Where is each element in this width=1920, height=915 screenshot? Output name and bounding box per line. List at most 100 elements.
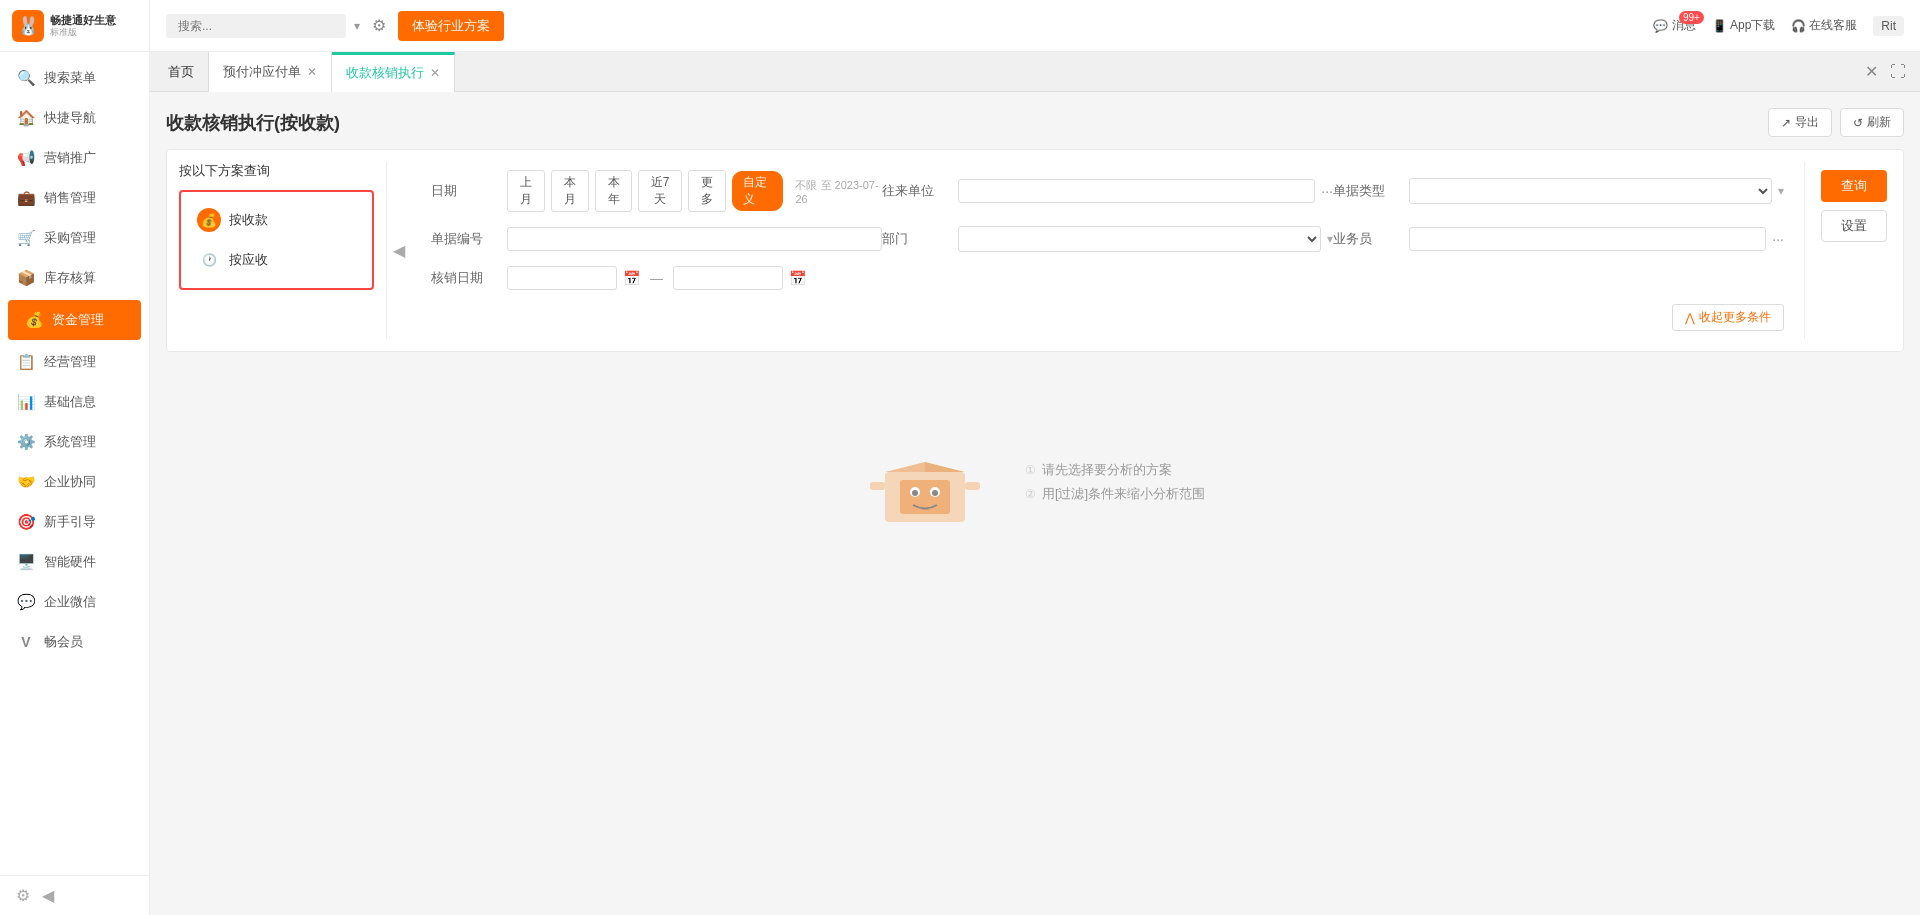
wechat-icon: 💬	[16, 592, 36, 612]
sidebar-item-sales[interactable]: 💼 销售管理	[0, 178, 149, 218]
refresh-icon: ↺	[1853, 116, 1863, 130]
info-icon: 📊	[16, 392, 36, 412]
bill-type-arrow: ▾	[1778, 184, 1784, 198]
setting-btn[interactable]: 设置	[1821, 210, 1887, 242]
salesman-field: 业务员 ···	[1333, 227, 1784, 251]
sidebar-item-purchase[interactable]: 🛒 采购管理	[0, 218, 149, 258]
empty-state: ① 请先选择要分析的方案 ② 用[过滤]条件来缩小分析范围	[166, 352, 1904, 592]
filter-scheme-title: 按以下方案查询	[179, 162, 374, 180]
box-icon: 📦	[16, 268, 36, 288]
bill-type-field: 单据类型 ▾	[1333, 178, 1784, 204]
sidebar-item-search[interactable]: 🔍 搜索菜单	[0, 58, 149, 98]
tab-expand-action[interactable]: ⛶	[1888, 61, 1908, 83]
filter-option-by-receivable[interactable]: 🕐 按应收	[181, 240, 372, 280]
empty-hint-1: ① 请先选择要分析的方案	[1025, 461, 1205, 479]
search-icon: 🔍	[16, 68, 36, 88]
sidebar-item-marketing[interactable]: 📢 营销推广	[0, 138, 149, 178]
clipboard-icon: 📋	[16, 352, 36, 372]
date-btn-7days[interactable]: 近7天	[638, 170, 681, 212]
tab-bar: 首页 预付冲应付单 ✕ 收款核销执行 ✕ ✕ ⛶	[150, 52, 1920, 92]
dept-select[interactable]	[958, 226, 1321, 252]
sidebar-item-wechat[interactable]: 💬 企业微信	[0, 582, 149, 622]
sidebar-item-collab[interactable]: 🤝 企业协同	[0, 462, 149, 502]
sidebar-item-member[interactable]: V 畅会员	[0, 622, 149, 662]
counterparty-input[interactable]	[958, 179, 1315, 203]
cart-icon: 🛒	[16, 228, 36, 248]
tab-receipt[interactable]: 收款核销执行 ✕	[332, 52, 455, 92]
date-btn-custom[interactable]: 自定义	[732, 171, 784, 211]
user-name[interactable]: Rit	[1873, 16, 1904, 36]
briefcase-icon: 💼	[16, 188, 36, 208]
sidebar-bottom: ⚙ ◀	[0, 875, 149, 915]
collapse-toggle[interactable]: ◀	[387, 162, 411, 339]
message-badge: 99+	[1679, 11, 1704, 24]
salesman-dots[interactable]: ···	[1772, 231, 1784, 247]
sidebar-item-basics[interactable]: 📊 基础信息	[0, 382, 149, 422]
money-icon: 💰	[24, 310, 44, 330]
date-btn-this-year[interactable]: 本年	[595, 170, 633, 212]
header-search-input[interactable]	[166, 14, 346, 38]
query-btn[interactable]: 查询	[1821, 170, 1887, 202]
empty-illustration	[865, 432, 985, 532]
sidebar-item-guide[interactable]: 🎯 新手引导	[0, 502, 149, 542]
filter-option-by-receipt[interactable]: 💰 按收款	[181, 200, 372, 240]
export-btn[interactable]: ↗ 导出	[1768, 108, 1832, 137]
salesman-input[interactable]	[1409, 227, 1766, 251]
gear-icon: ⚙️	[16, 432, 36, 452]
bill-no-input[interactable]	[507, 227, 882, 251]
sidebar-item-quicknav[interactable]: 🏠 快捷导航	[0, 98, 149, 138]
page-actions: ↗ 导出 ↺ 刷新	[1768, 108, 1904, 137]
refresh-btn[interactable]: ↺ 刷新	[1840, 108, 1904, 137]
bill-type-select[interactable]	[1409, 178, 1772, 204]
header-right: 💬 消息 99+ 📱 App下载 🎧 在线客服 Rit	[1653, 16, 1904, 36]
export-icon: ↗	[1781, 116, 1791, 130]
svg-marker-2	[925, 462, 965, 472]
svg-point-6	[912, 490, 918, 496]
sidebar-item-hardware[interactable]: 🖥️ 智能硬件	[0, 542, 149, 582]
receivable-scheme-icon: 🕐	[197, 248, 221, 272]
chevron-down-icon[interactable]: ▾	[354, 19, 360, 33]
message-icon: 💬	[1653, 19, 1668, 33]
calendar-start-icon[interactable]: 📅	[623, 270, 640, 286]
tab-close-receipt[interactable]: ✕	[430, 66, 440, 80]
sidebar-item-finance[interactable]: 💰 资金管理	[8, 300, 141, 340]
tab-home[interactable]: 首页	[154, 52, 209, 92]
tab-prepay[interactable]: 预付冲应付单 ✕	[209, 52, 332, 92]
counterparty-dots[interactable]: ···	[1321, 183, 1333, 199]
hardware-icon: 🖥️	[16, 552, 36, 572]
main-content: ▾ ⚙ 体验行业方案 💬 消息 99+ 📱 App下载 🎧 在线客服 Rit 首…	[150, 0, 1920, 915]
logo-text: 畅捷通好生意 标准版	[50, 13, 116, 39]
filter-actions: 查询 设置	[1804, 162, 1903, 339]
verify-date-start[interactable]: 2023-03-01	[507, 266, 617, 290]
headset-icon: 🎧	[1791, 19, 1806, 33]
collapse-icon[interactable]: ◀	[42, 886, 54, 905]
date-buttons: 上月 本月 本年 近7天 更多 自定义	[507, 170, 783, 212]
sidebar-item-inventory[interactable]: 📦 库存核算	[0, 258, 149, 298]
date-btn-more[interactable]: 更多	[688, 170, 726, 212]
settings-icon[interactable]: ⚙	[16, 886, 30, 905]
collapse-chevron-icon: ⋀	[1685, 311, 1695, 325]
calendar-end-icon[interactable]: 📅	[789, 270, 806, 286]
megaphone-icon: 📢	[16, 148, 36, 168]
tab-close-action[interactable]: ✕	[1863, 60, 1880, 83]
date-btn-this-month[interactable]: 本月	[551, 170, 589, 212]
industry-btn[interactable]: 体验行业方案	[398, 11, 504, 41]
sidebar-item-operations[interactable]: 📋 经营管理	[0, 342, 149, 382]
app-logo: 🐰 畅捷通好生意 标准版	[0, 0, 149, 52]
empty-hint-2: ② 用[过滤]条件来缩小分析范围	[1025, 485, 1205, 503]
verify-date-end[interactable]: 2023-07-21	[673, 266, 783, 290]
page-header: 收款核销执行(按收款) ↗ 导出 ↺ 刷新	[166, 108, 1904, 137]
message-btn[interactable]: 💬 消息 99+	[1653, 17, 1696, 34]
filter-form: 日期 上月 本月 本年 近7天 更多 自定义 不限 至 2023-07-26	[411, 162, 1804, 339]
settings-icon[interactable]: ⚙	[368, 12, 390, 39]
empty-row: ① 请先选择要分析的方案 ② 用[过滤]条件来缩小分析范围	[865, 432, 1205, 532]
tab-close-prepay[interactable]: ✕	[307, 65, 317, 79]
app-download-btn[interactable]: 📱 App下载	[1712, 17, 1775, 34]
online-service-btn[interactable]: 🎧 在线客服	[1791, 17, 1857, 34]
collapse-more-btn[interactable]: ⋀ 收起更多条件	[1672, 304, 1784, 331]
filter-row-3: 核销日期 2023-03-01 📅 — 2023-07-21 📅	[431, 266, 1784, 290]
date-btn-last-month[interactable]: 上月	[507, 170, 545, 212]
sidebar-item-system[interactable]: ⚙️ 系统管理	[0, 422, 149, 462]
sidebar: 🐰 畅捷通好生意 标准版 🔍 搜索菜单 🏠 快捷导航 📢 营销推广 💼 销售管理…	[0, 0, 150, 915]
svg-marker-1	[885, 462, 925, 472]
